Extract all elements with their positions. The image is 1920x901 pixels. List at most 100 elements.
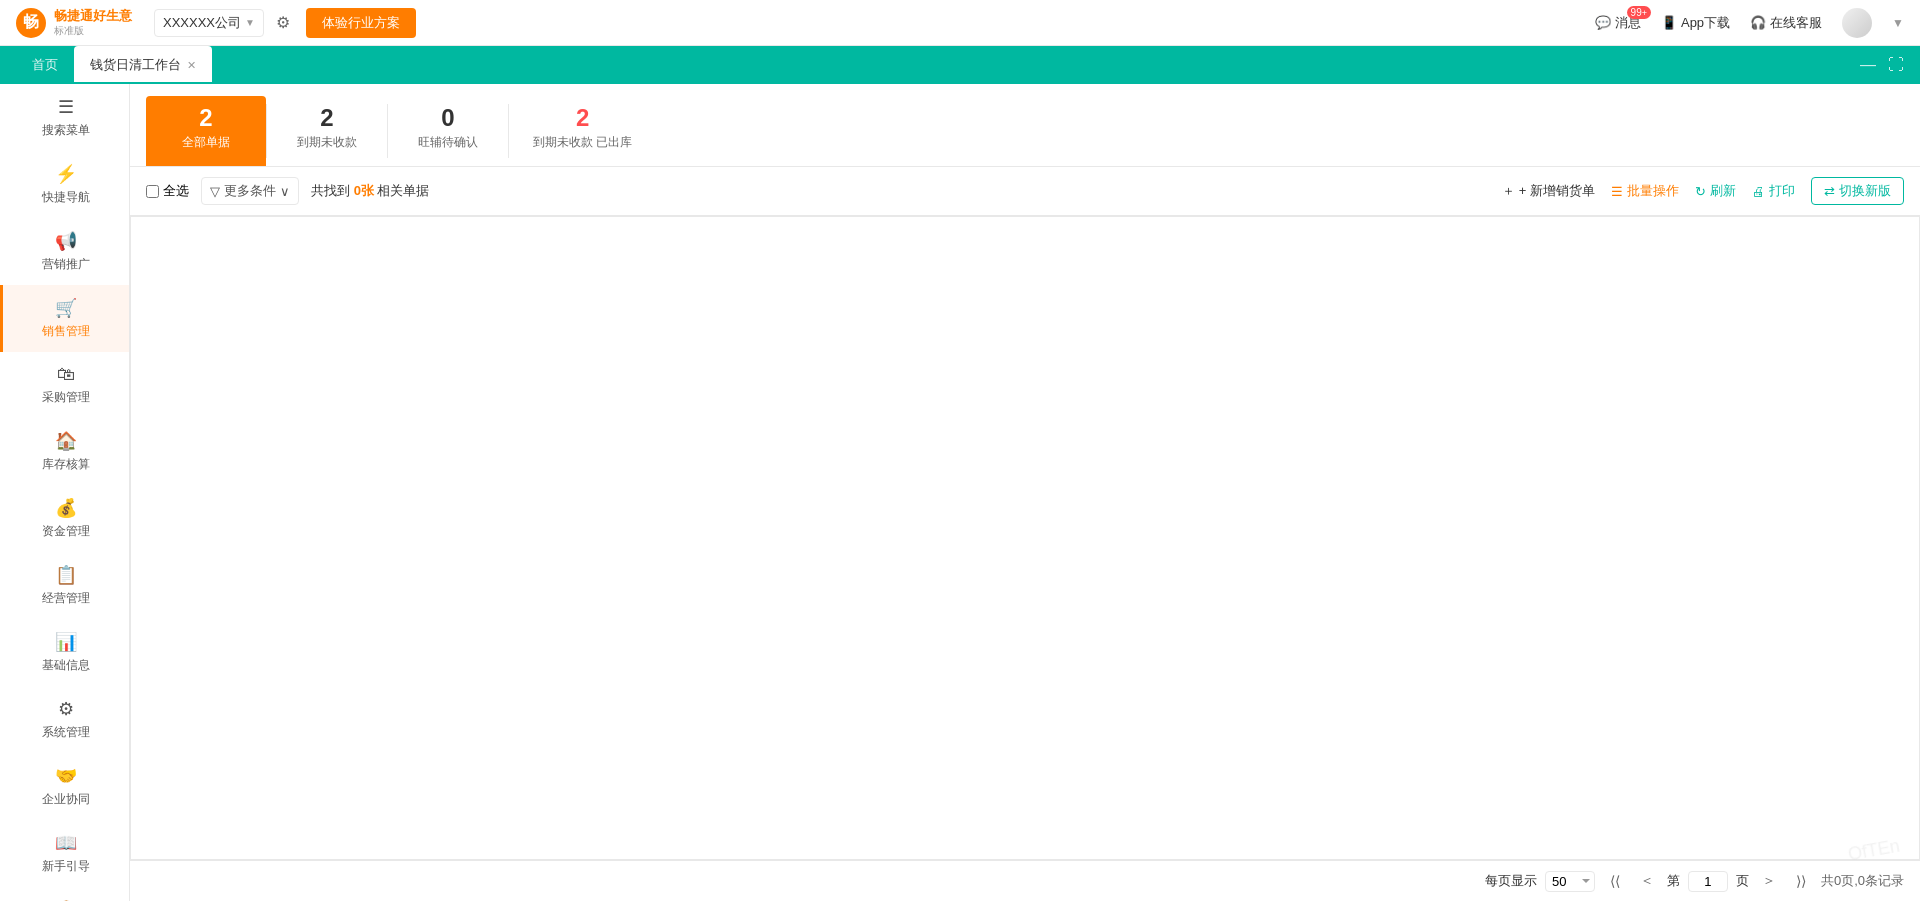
- sidebar: ☰ 搜索菜单 ⚡ 快捷导航 📢 营销推广 🛒 销售管理 🛍 采购管理 🏠 库存核…: [0, 84, 130, 901]
- print-icon: 🖨: [1752, 184, 1765, 199]
- prev-page-button[interactable]: ＜: [1635, 869, 1659, 893]
- last-page-button[interactable]: ⟩⟩: [1789, 869, 1813, 893]
- tab-bar: 首页 钱货日清工作台 ✕ — ⛶: [0, 46, 1920, 84]
- tab-minimize-icon[interactable]: —: [1860, 56, 1876, 74]
- print-button[interactable]: 🖨 打印: [1752, 182, 1795, 200]
- page-input[interactable]: [1688, 871, 1728, 892]
- message-badge: 99+: [1627, 6, 1651, 19]
- avatar[interactable]: [1842, 8, 1872, 38]
- sidebar-item-marketing[interactable]: 📢 营销推广: [0, 218, 129, 285]
- logo-icon: 畅: [16, 8, 46, 38]
- sidebar-label-finance: 资金管理: [42, 523, 90, 540]
- sidebar-item-finance[interactable]: 💰 资金管理: [0, 485, 129, 552]
- filter-button[interactable]: ▽ 更多条件 ∨: [201, 177, 299, 205]
- toolbar-right: ＋ + 新增销货单 ☰ 批量操作 ↻ 刷新 🖨 打印 ⇄ 切换新版: [1502, 177, 1904, 205]
- select-all-checkbox[interactable]: 全选: [146, 182, 189, 200]
- per-page-select[interactable]: 50 10 20 100: [1545, 871, 1595, 892]
- batch-icon: ☰: [1611, 184, 1623, 199]
- marketing-icon: 📢: [55, 230, 77, 252]
- stat-label-overdue: 到期未收款: [297, 134, 357, 151]
- logo-badge: 标准版: [54, 24, 132, 37]
- tab-home[interactable]: 首页: [16, 46, 74, 84]
- sidebar-item-guide[interactable]: 📖 新手引导: [0, 820, 129, 887]
- switch-new-version-button[interactable]: ⇄ 切换新版: [1811, 177, 1904, 205]
- sidebar-label-operations: 经营管理: [42, 590, 90, 607]
- stat-label-shipped: 到期未收款 已出库: [533, 134, 632, 151]
- enterprise-icon: 🤝: [55, 765, 77, 787]
- toolbar: 全选 ▽ 更多条件 ∨ 共找到 0张 相关单据 ＋ + 新增销货单 ☰ 批量操作: [130, 167, 1920, 216]
- next-page-button[interactable]: ＞: [1757, 869, 1781, 893]
- tab-maximize-icon[interactable]: ⛶: [1888, 56, 1904, 74]
- tab-home-label: 首页: [32, 56, 58, 74]
- sidebar-item-enterprise[interactable]: 🤝 企业协同: [0, 753, 129, 820]
- sidebar-item-app-center[interactable]: 📦 应用中心: [0, 887, 129, 901]
- sidebar-label-basic-info: 基础信息: [42, 657, 90, 674]
- stat-label-pending: 旺辅待确认: [418, 134, 478, 151]
- logo-area: 畅 畅捷通好生意 标准版: [16, 8, 146, 38]
- stat-tab-overdue[interactable]: 2 到期未收款: [267, 96, 387, 166]
- sidebar-label-inventory: 库存核算: [42, 456, 90, 473]
- sidebar-item-purchase[interactable]: 🛍 采购管理: [0, 352, 129, 418]
- company-selector[interactable]: XXXXXX公司 ▼: [154, 9, 264, 37]
- page-label: 第: [1667, 872, 1680, 890]
- sidebar-item-sales[interactable]: 🛒 销售管理: [0, 285, 129, 352]
- header-right: 💬 消息 99+ 📱 App下载 🎧 在线客服 ▼: [1595, 8, 1904, 38]
- refresh-icon: ↻: [1695, 184, 1706, 199]
- sidebar-item-operations[interactable]: 📋 经营管理: [0, 552, 129, 619]
- purchase-icon: 🛍: [57, 364, 75, 385]
- search-menu-icon: ☰: [58, 96, 74, 118]
- app-download-button[interactable]: 📱 App下载: [1661, 14, 1730, 32]
- system-icon: ⚙: [58, 698, 74, 720]
- main-layout: ☰ 搜索菜单 ⚡ 快捷导航 📢 营销推广 🛒 销售管理 🛍 采购管理 🏠 库存核…: [0, 84, 1920, 901]
- sidebar-label-marketing: 营销推广: [42, 256, 90, 273]
- sidebar-label-quick-nav: 快捷导航: [42, 189, 90, 206]
- tab-close-icon[interactable]: ✕: [187, 59, 196, 72]
- filter-label: 更多条件: [224, 182, 276, 200]
- refresh-button[interactable]: ↻ 刷新: [1695, 182, 1736, 200]
- stat-tab-pending[interactable]: 0 旺辅待确认: [388, 96, 508, 166]
- page-suffix: 页: [1736, 872, 1749, 890]
- stat-num-shipped: 2: [576, 104, 589, 132]
- online-service-button[interactable]: 🎧 在线客服: [1750, 14, 1822, 32]
- tab-bar-right: — ⛶: [1860, 56, 1904, 74]
- found-count: 0张: [354, 183, 374, 198]
- finance-icon: 💰: [55, 497, 77, 519]
- user-arrow[interactable]: ▼: [1892, 16, 1904, 30]
- batch-operation-button[interactable]: ☰ 批量操作: [1611, 182, 1679, 200]
- table-area: [130, 216, 1920, 860]
- tab-work-bench[interactable]: 钱货日清工作台 ✕: [74, 46, 212, 84]
- content-area: 2 全部单据 2 到期未收款 0 旺辅待确认 2 到期未收款 已出库: [130, 84, 1920, 901]
- stat-num-pending: 0: [441, 104, 454, 132]
- stat-num-all: 2: [199, 104, 212, 132]
- stat-tab-shipped[interactable]: 2 到期未收款 已出库: [509, 96, 656, 166]
- select-all-input[interactable]: [146, 185, 159, 198]
- filter-arrow: ∨: [280, 184, 290, 199]
- logo-main-text: 畅捷通好生意: [54, 8, 132, 25]
- sidebar-item-search[interactable]: ☰ 搜索菜单: [0, 84, 129, 151]
- company-dropdown-arrow: ▼: [245, 17, 255, 28]
- first-page-button[interactable]: ⟨⟨: [1603, 869, 1627, 893]
- sidebar-item-system[interactable]: ⚙ 系统管理: [0, 686, 129, 753]
- operations-icon: 📋: [55, 564, 77, 586]
- sidebar-item-inventory[interactable]: 🏠 库存核算: [0, 418, 129, 485]
- trial-button[interactable]: 体验行业方案: [306, 8, 416, 38]
- sidebar-label-search: 搜索菜单: [42, 122, 90, 139]
- message-button[interactable]: 💬 消息 99+: [1595, 14, 1641, 32]
- quick-nav-icon: ⚡: [55, 163, 77, 185]
- settings-icon[interactable]: ⚙: [272, 9, 294, 36]
- sidebar-item-basic-info[interactable]: 📊 基础信息: [0, 619, 129, 686]
- sidebar-label-enterprise: 企业协同: [42, 791, 90, 808]
- stat-tab-all[interactable]: 2 全部单据: [146, 96, 266, 166]
- stat-num-overdue: 2: [320, 104, 333, 132]
- per-page-label: 每页显示: [1485, 872, 1537, 890]
- sidebar-item-quick-nav[interactable]: ⚡ 快捷导航: [0, 151, 129, 218]
- switch-icon: ⇄: [1824, 184, 1835, 199]
- sidebar-label-sales: 销售管理: [42, 323, 90, 340]
- stats-tabs: 2 全部单据 2 到期未收款 0 旺辅待确认 2 到期未收款 已出库: [130, 84, 1920, 167]
- plus-icon: ＋: [1502, 182, 1515, 200]
- new-sales-order-button[interactable]: ＋ + 新增销货单: [1502, 182, 1595, 200]
- app-download-icon: 📱: [1661, 15, 1677, 30]
- filter-icon: ▽: [210, 184, 220, 199]
- online-service-icon: 🎧: [1750, 15, 1766, 30]
- tab-work-bench-label: 钱货日清工作台: [90, 56, 181, 74]
